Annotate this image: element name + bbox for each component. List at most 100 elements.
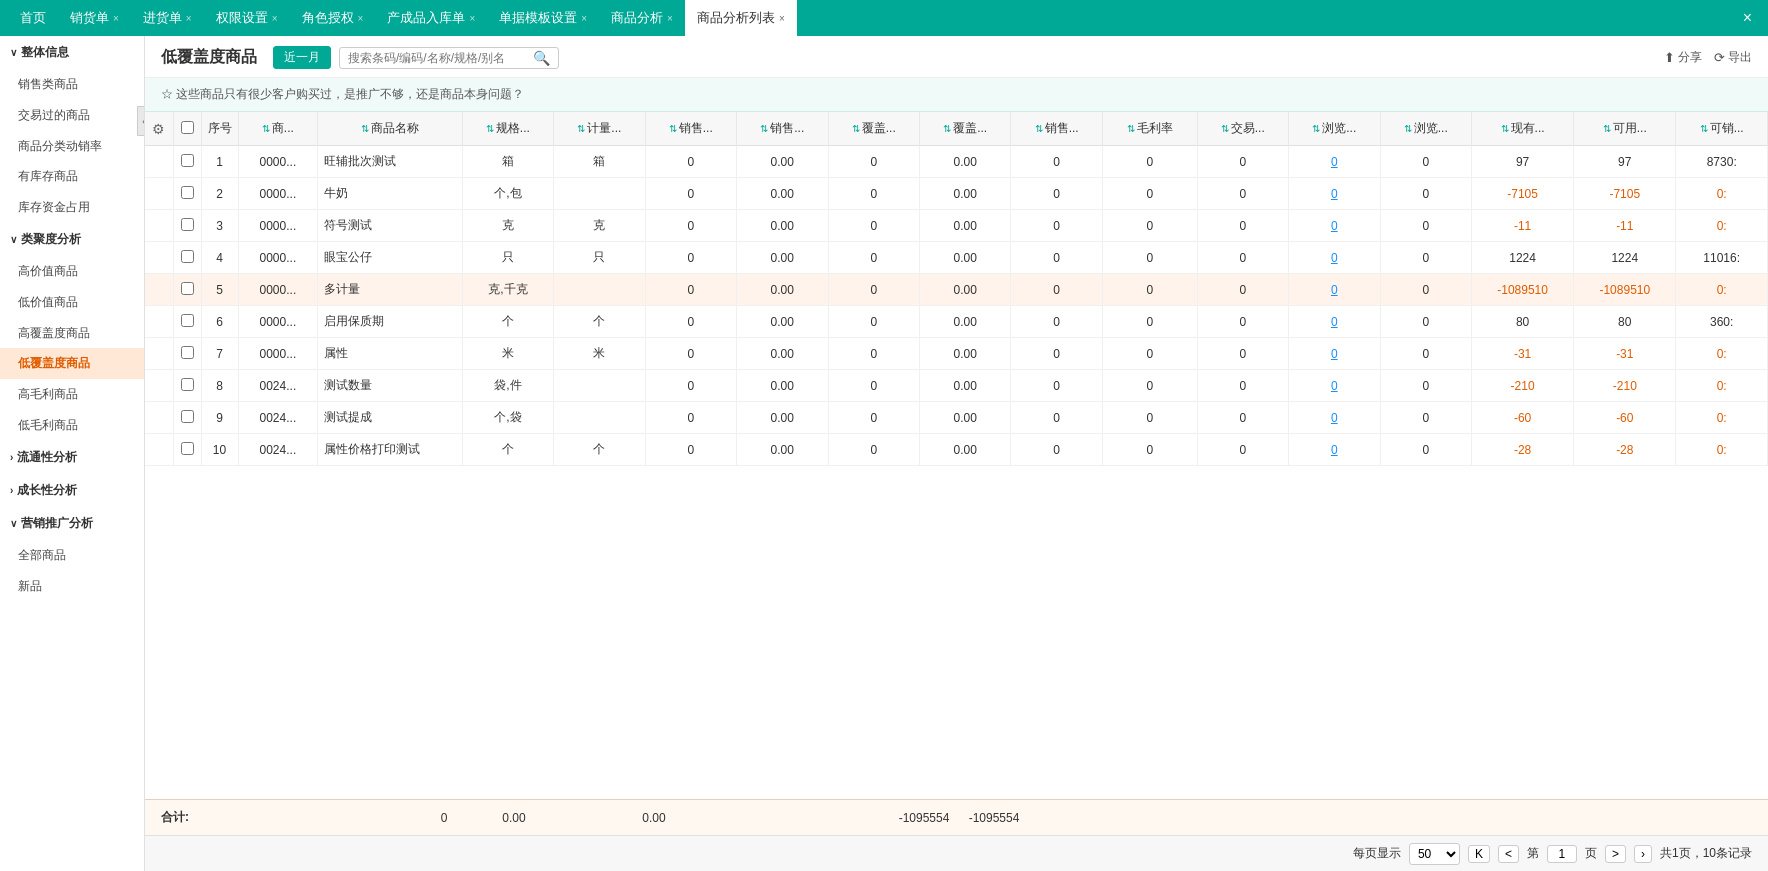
td-checkbox-8[interactable] xyxy=(173,402,201,434)
th-gear[interactable]: ⚙ xyxy=(145,112,173,146)
nav-item-analysis[interactable]: 商品分析 × xyxy=(599,0,685,36)
search-icon[interactable]: 🔍 xyxy=(533,50,550,66)
prev-page-button[interactable]: < xyxy=(1498,845,1519,863)
row-checkbox-3[interactable] xyxy=(181,250,194,263)
nav-template-close[interactable]: × xyxy=(581,13,587,24)
nav-analysis-list-close[interactable]: × xyxy=(779,13,785,24)
nav-role-close[interactable]: × xyxy=(358,13,364,24)
td-browse1-5[interactable]: 0 xyxy=(1289,306,1380,338)
nav-item-product-in[interactable]: 产成品入库单 × xyxy=(375,0,487,36)
nav-item-perm[interactable]: 权限设置 × xyxy=(204,0,290,36)
nav-item-role[interactable]: 角色授权 × xyxy=(290,0,376,36)
page-number-input[interactable] xyxy=(1547,845,1577,863)
next-page-button[interactable]: > xyxy=(1605,845,1626,863)
nav-analysis-close[interactable]: × xyxy=(667,13,673,24)
td-browse1-7[interactable]: 0 xyxy=(1289,370,1380,402)
row-checkbox-5[interactable] xyxy=(181,314,194,327)
td-checkbox-0[interactable] xyxy=(173,146,201,178)
header-right-actions: ⬆ 分享 ⟳ 导出 xyxy=(1664,49,1752,66)
first-page-button[interactable]: K xyxy=(1468,845,1490,863)
sidebar-section-marketing[interactable]: ∨ 营销推广分析 xyxy=(0,507,144,540)
sidebar-item-low-coverage[interactable]: 低覆盖度商品 xyxy=(0,348,144,379)
nav-item-analysis-list[interactable]: 商品分析列表 × xyxy=(685,0,797,36)
sidebar-item-high-coverage[interactable]: 高覆盖度商品 xyxy=(0,318,144,349)
th-cover2[interactable]: ⇅覆盖... xyxy=(919,112,1010,146)
td-checkbox-4[interactable] xyxy=(173,274,201,306)
sidebar-item-all-goods[interactable]: 全部商品 xyxy=(0,540,144,571)
sidebar-section-cluster[interactable]: ∨ 类聚度分析 xyxy=(0,223,144,256)
td-browse1-4[interactable]: 0 xyxy=(1289,274,1380,306)
row-checkbox-0[interactable] xyxy=(181,154,194,167)
table-container[interactable]: ⚙ 序号 ⇅商... ⇅商品名称 ⇅规格... ⇅计量... ⇅销售... ⇅销… xyxy=(145,112,1768,799)
row-checkbox-9[interactable] xyxy=(181,442,194,455)
filter-last-month-button[interactable]: 近一月 xyxy=(273,46,331,69)
sidebar-item-stock-goods[interactable]: 有库存商品 xyxy=(0,161,144,192)
export-button[interactable]: ⟳ 导出 xyxy=(1714,49,1752,66)
share-button[interactable]: ⬆ 分享 xyxy=(1664,49,1702,66)
sidebar-item-traded-goods[interactable]: 交易过的商品 xyxy=(0,100,144,131)
th-sales3[interactable]: ⇅销售... xyxy=(1011,112,1102,146)
sidebar-section-overall[interactable]: ∨ 整体信息 xyxy=(0,36,144,69)
sidebar-item-category-rate[interactable]: 商品分类动销率 xyxy=(0,131,144,162)
td-browse1-2[interactable]: 0 xyxy=(1289,210,1380,242)
row-checkbox-2[interactable] xyxy=(181,218,194,231)
td-checkbox-5[interactable] xyxy=(173,306,201,338)
th-spec[interactable]: ⇅规格... xyxy=(462,112,553,146)
sidebar-item-high-value[interactable]: 高价值商品 xyxy=(0,256,144,287)
th-name[interactable]: ⇅商品名称 xyxy=(318,112,462,146)
last-page-button[interactable]: › xyxy=(1634,845,1652,863)
sidebar-section-growth[interactable]: › 成长性分析 xyxy=(0,474,144,507)
th-stock1[interactable]: ⇅现有... xyxy=(1471,112,1573,146)
nav-purchase-close[interactable]: × xyxy=(186,13,192,24)
td-checkbox-6[interactable] xyxy=(173,338,201,370)
th-sales1[interactable]: ⇅销售... xyxy=(645,112,736,146)
nav-product-in-close[interactable]: × xyxy=(469,13,475,24)
th-browse2[interactable]: ⇅浏览... xyxy=(1380,112,1471,146)
nav-item-sales[interactable]: 销货单 × xyxy=(58,0,131,36)
th-unit[interactable]: ⇅计量... xyxy=(554,112,645,146)
th-browse1[interactable]: ⇅浏览... xyxy=(1289,112,1380,146)
th-checkbox[interactable] xyxy=(173,112,201,146)
td-checkbox-2[interactable] xyxy=(173,210,201,242)
row-checkbox-7[interactable] xyxy=(181,378,194,391)
td-checkbox-9[interactable] xyxy=(173,434,201,466)
td-checkbox-3[interactable] xyxy=(173,242,201,274)
row-checkbox-8[interactable] xyxy=(181,410,194,423)
th-code[interactable]: ⇅商... xyxy=(238,112,318,146)
th-stock3[interactable]: ⇅可销... xyxy=(1676,112,1768,146)
page-size-select[interactable]: 50 20 100 xyxy=(1409,843,1460,865)
td-browse1-8[interactable]: 0 xyxy=(1289,402,1380,434)
sidebar-item-low-margin[interactable]: 低毛利商品 xyxy=(0,410,144,441)
row-checkbox-6[interactable] xyxy=(181,346,194,359)
row-checkbox-1[interactable] xyxy=(181,186,194,199)
sidebar-item-sales-goods[interactable]: 销售类商品 xyxy=(0,69,144,100)
sidebar-item-new-goods[interactable]: 新品 xyxy=(0,571,144,602)
search-input[interactable] xyxy=(348,51,533,65)
th-sales2[interactable]: ⇅销售... xyxy=(737,112,828,146)
sidebar-item-low-value[interactable]: 低价值商品 xyxy=(0,287,144,318)
td-browse1-3[interactable]: 0 xyxy=(1289,242,1380,274)
nav-item-purchase[interactable]: 进货单 × xyxy=(131,0,204,36)
sidebar-item-stock-capital[interactable]: 库存资金占用 xyxy=(0,192,144,223)
nav-item-template[interactable]: 单据模板设置 × xyxy=(487,0,599,36)
nav-item-home[interactable]: 首页 xyxy=(8,0,58,36)
td-browse1-6[interactable]: 0 xyxy=(1289,338,1380,370)
td-browse1-1[interactable]: 0 xyxy=(1289,178,1380,210)
th-stock2[interactable]: ⇅可用... xyxy=(1574,112,1676,146)
td-checkbox-1[interactable] xyxy=(173,178,201,210)
row-checkbox-4[interactable] xyxy=(181,282,194,295)
nav-sales-close[interactable]: × xyxy=(113,13,119,24)
nav-perm-close[interactable]: × xyxy=(272,13,278,24)
gear-icon[interactable]: ⚙ xyxy=(152,121,165,137)
td-browse1-9[interactable]: 0 xyxy=(1289,434,1380,466)
select-all-checkbox[interactable] xyxy=(181,121,194,134)
sidebar-item-high-margin[interactable]: 高毛利商品 xyxy=(0,379,144,410)
window-close-button[interactable]: × xyxy=(1735,9,1760,27)
sidebar-section-flow[interactable]: › 流通性分析 xyxy=(0,441,144,474)
td-browse1-0[interactable]: 0 xyxy=(1289,146,1380,178)
th-cover1[interactable]: ⇅覆盖... xyxy=(828,112,919,146)
th-trade[interactable]: ⇅交易... xyxy=(1197,112,1288,146)
td-checkbox-7[interactable] xyxy=(173,370,201,402)
th-margin[interactable]: ⇅毛利率 xyxy=(1102,112,1197,146)
sidebar-collapse-button[interactable]: « xyxy=(137,106,145,136)
